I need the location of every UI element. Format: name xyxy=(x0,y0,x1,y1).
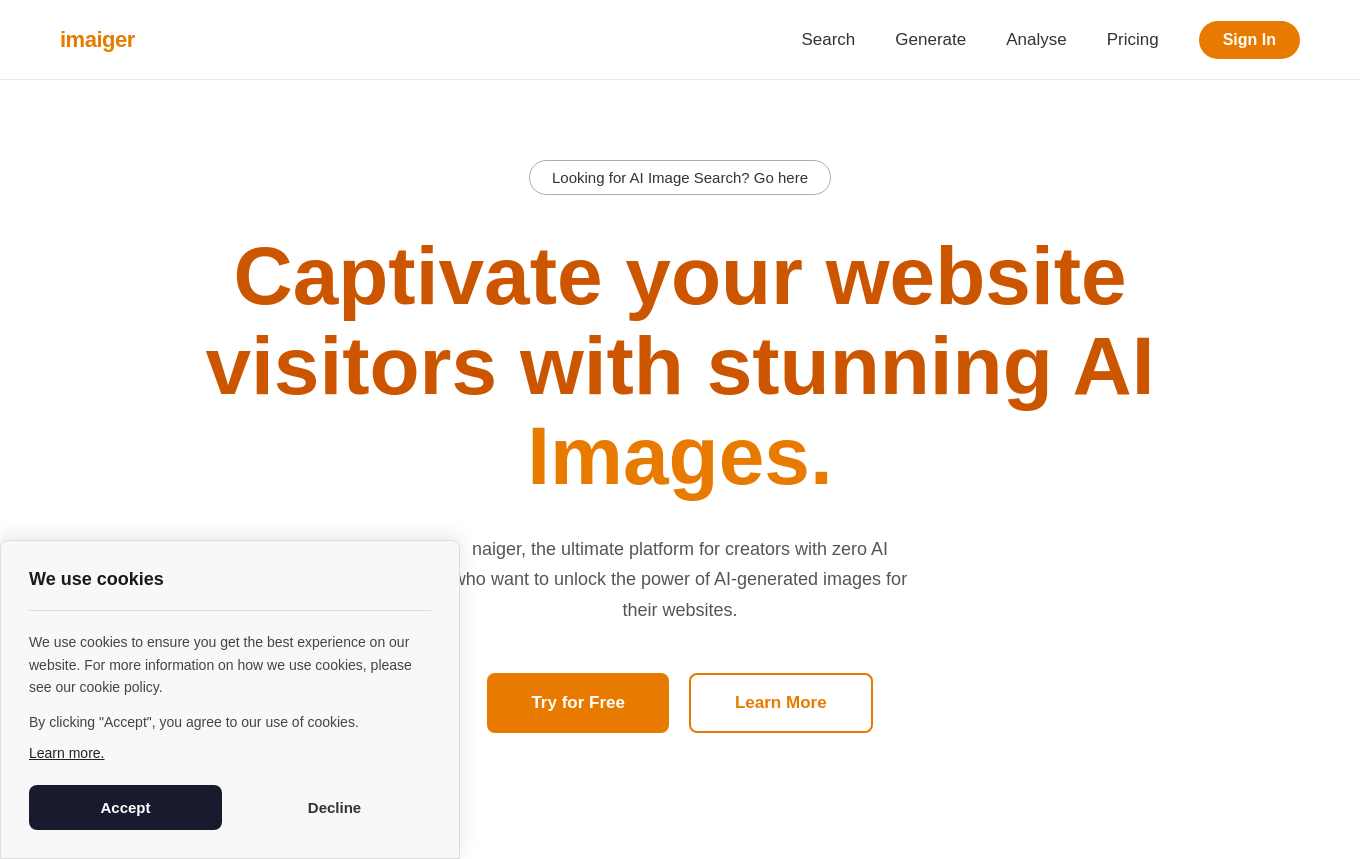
cookie-accept-note: By clicking "Accept", you agree to our u… xyxy=(29,711,431,733)
cookie-divider xyxy=(29,610,431,611)
hero-title-line3: Images. xyxy=(527,410,832,501)
logo[interactable]: imaiger xyxy=(60,27,135,53)
nav-links: Search Generate Analyse Pricing Sign In xyxy=(801,21,1300,59)
cookie-learn-more-link[interactable]: Learn more. xyxy=(29,745,431,761)
cookie-title: We use cookies xyxy=(29,569,431,590)
cookie-decline-button[interactable]: Decline xyxy=(238,785,431,830)
cookie-banner: We use cookies We use cookies to ensure … xyxy=(0,540,460,859)
hero-badge[interactable]: Looking for AI Image Search? Go here xyxy=(529,160,831,195)
nav-generate[interactable]: Generate xyxy=(895,30,966,49)
hero-subtitle-prefix: naiger, the ultimate platform for creato… xyxy=(472,539,888,559)
navbar: imaiger Search Generate Analyse Pricing … xyxy=(0,0,1360,80)
cookie-body: We use cookies to ensure you get the bes… xyxy=(29,631,431,698)
hero-subtitle-middle: who want to unlock the power of AI-gener… xyxy=(453,569,907,589)
cookie-accept-button[interactable]: Accept xyxy=(29,785,222,830)
learn-more-button[interactable]: Learn More xyxy=(689,673,873,733)
signin-button[interactable]: Sign In xyxy=(1199,21,1300,59)
hero-buttons: Try for Free Learn More xyxy=(487,673,872,733)
nav-pricing[interactable]: Pricing xyxy=(1107,30,1159,49)
hero-title: Captivate your website visitors with stu… xyxy=(205,231,1154,502)
hero-title-line1: Captivate your website xyxy=(233,230,1126,321)
cookie-buttons: Accept Decline xyxy=(29,785,431,830)
hero-subtitle-suffix: their websites. xyxy=(622,600,737,620)
nav-search[interactable]: Search xyxy=(801,30,855,49)
hero-title-line2: visitors with stunning AI xyxy=(205,320,1154,411)
hero-subtitle: naiger, the ultimate platform for creato… xyxy=(453,534,907,626)
try-for-free-button[interactable]: Try for Free xyxy=(487,673,669,733)
nav-analyse[interactable]: Analyse xyxy=(1006,30,1066,49)
